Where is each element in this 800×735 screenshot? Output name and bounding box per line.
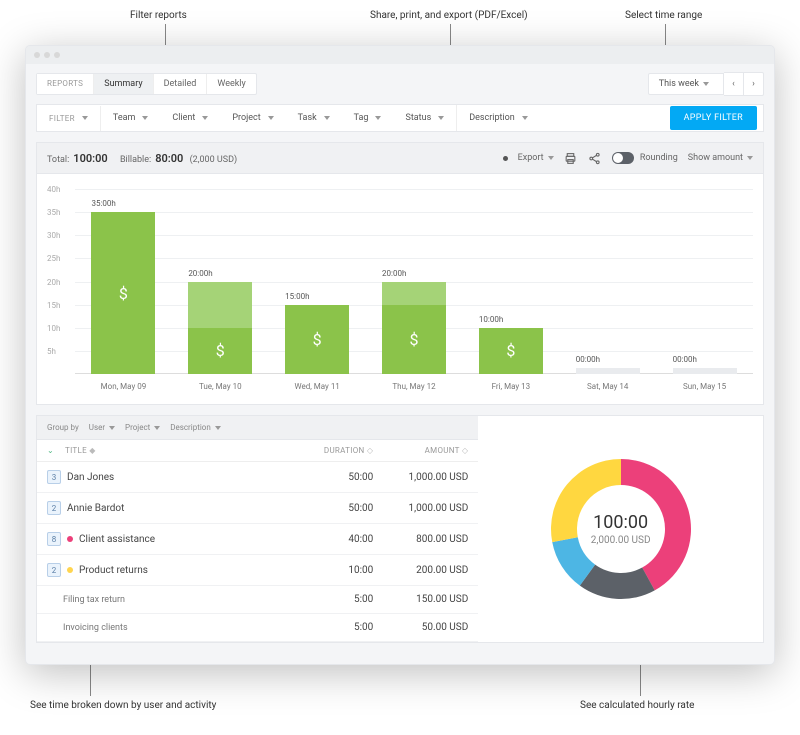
table-row[interactable]: Invoicing clients5:0050.00 USD (37, 614, 478, 642)
filter-description[interactable]: Description (456, 105, 540, 131)
filter-task[interactable]: Task (286, 105, 342, 131)
bar-1: $20:00hTue, May 10 (172, 189, 269, 374)
print-icon[interactable] (564, 151, 578, 165)
time-range: This week ‹ › (648, 72, 764, 96)
bar-0: $35:00hMon, May 09 (75, 189, 172, 374)
annotation-range: Select time range (625, 10, 702, 21)
tab-weekly[interactable]: Weekly (207, 74, 255, 94)
chart-card: Total:100:00 Billable:80:00 (2,000 USD) … (36, 142, 764, 405)
group-project[interactable]: Project (125, 423, 160, 432)
table-row[interactable]: Filing tax return5:00150.00 USD (37, 586, 478, 614)
donut-total-time: 100:00 (593, 512, 648, 533)
totals: Total:100:00 Billable:80:00 (2,000 USD) (47, 152, 237, 165)
bar-chart: 40h35h30h25h20h15h10h5h$35:00hMon, May 0… (37, 174, 763, 404)
bar-5: 00:00hSat, May 14 (559, 189, 656, 374)
donut-chart: 100:00 2,000.00 USD (541, 449, 701, 609)
filter-client[interactable]: Client (160, 105, 220, 131)
time-range-select[interactable]: This week (648, 73, 724, 95)
annotation-breakdown: See time broken down by user and activit… (30, 700, 216, 711)
group-user[interactable]: User (89, 423, 115, 432)
tabs-label: REPORTS (37, 74, 94, 94)
filter-label: FILTER (37, 106, 101, 131)
donut-total-amount: 2,000.00 USD (591, 535, 651, 546)
tab-detailed[interactable]: Detailed (154, 74, 208, 94)
expand-all-icon[interactable]: ⌄ (47, 446, 65, 455)
table-row[interactable]: 2Product returns10:00200.00 USD (37, 555, 478, 586)
group-by-bar: Group by User Project Description (37, 416, 478, 440)
bar-6: 00:00hSun, May 15 (656, 189, 753, 374)
bar-2: $15:00hWed, May 11 (269, 189, 366, 374)
group-description[interactable]: Description (170, 423, 221, 432)
table-header: ⌄ TITLE ◆ DURATION ◇ AMOUNT ◇ (37, 440, 478, 462)
share-icon[interactable] (588, 151, 602, 165)
rounding-toggle[interactable]: Rounding (612, 152, 678, 164)
time-range-next[interactable]: › (744, 72, 764, 96)
dot-icon (503, 156, 508, 161)
breakdown-card: Group by User Project Description ⌄ TITL… (36, 415, 764, 643)
filter-project[interactable]: Project (220, 105, 285, 131)
annotation-export: Share, print, and export (PDF/Excel) (370, 10, 528, 21)
table-row[interactable]: 3Dan Jones50:001,000.00 USD (37, 462, 478, 493)
report-tabs: REPORTS Summary Detailed Weekly (36, 73, 257, 95)
table-row[interactable]: 8Client assistance40:00800.00 USD (37, 524, 478, 555)
export-menu[interactable]: Export (518, 153, 554, 163)
filter-status[interactable]: Status (393, 105, 456, 131)
show-amount-menu[interactable]: Show amount (688, 153, 753, 163)
time-range-prev[interactable]: ‹ (724, 72, 744, 96)
bar-4: $10:00hFri, May 13 (462, 189, 559, 374)
filter-tag[interactable]: Tag (342, 105, 394, 131)
filter-bar: FILTER Team Client Project Task Tag Stat… (36, 104, 764, 132)
annotation-line (640, 660, 641, 696)
chevron-down-icon (703, 82, 709, 86)
annotation-rate: See calculated hourly rate (580, 700, 694, 711)
apply-filter-button[interactable]: APPLY FILTER (670, 106, 757, 130)
bar-3: $20:00hThu, May 12 (366, 189, 463, 374)
filter-team[interactable]: Team (101, 105, 161, 131)
annotation-filter: Filter reports (130, 10, 187, 21)
tab-summary[interactable]: Summary (94, 74, 153, 94)
table-row[interactable]: 2Annie Bardot50:001,000.00 USD (37, 493, 478, 524)
titlebar (26, 46, 774, 64)
annotation-line (90, 660, 91, 696)
app-window: REPORTS Summary Detailed Weekly This wee… (25, 45, 775, 665)
